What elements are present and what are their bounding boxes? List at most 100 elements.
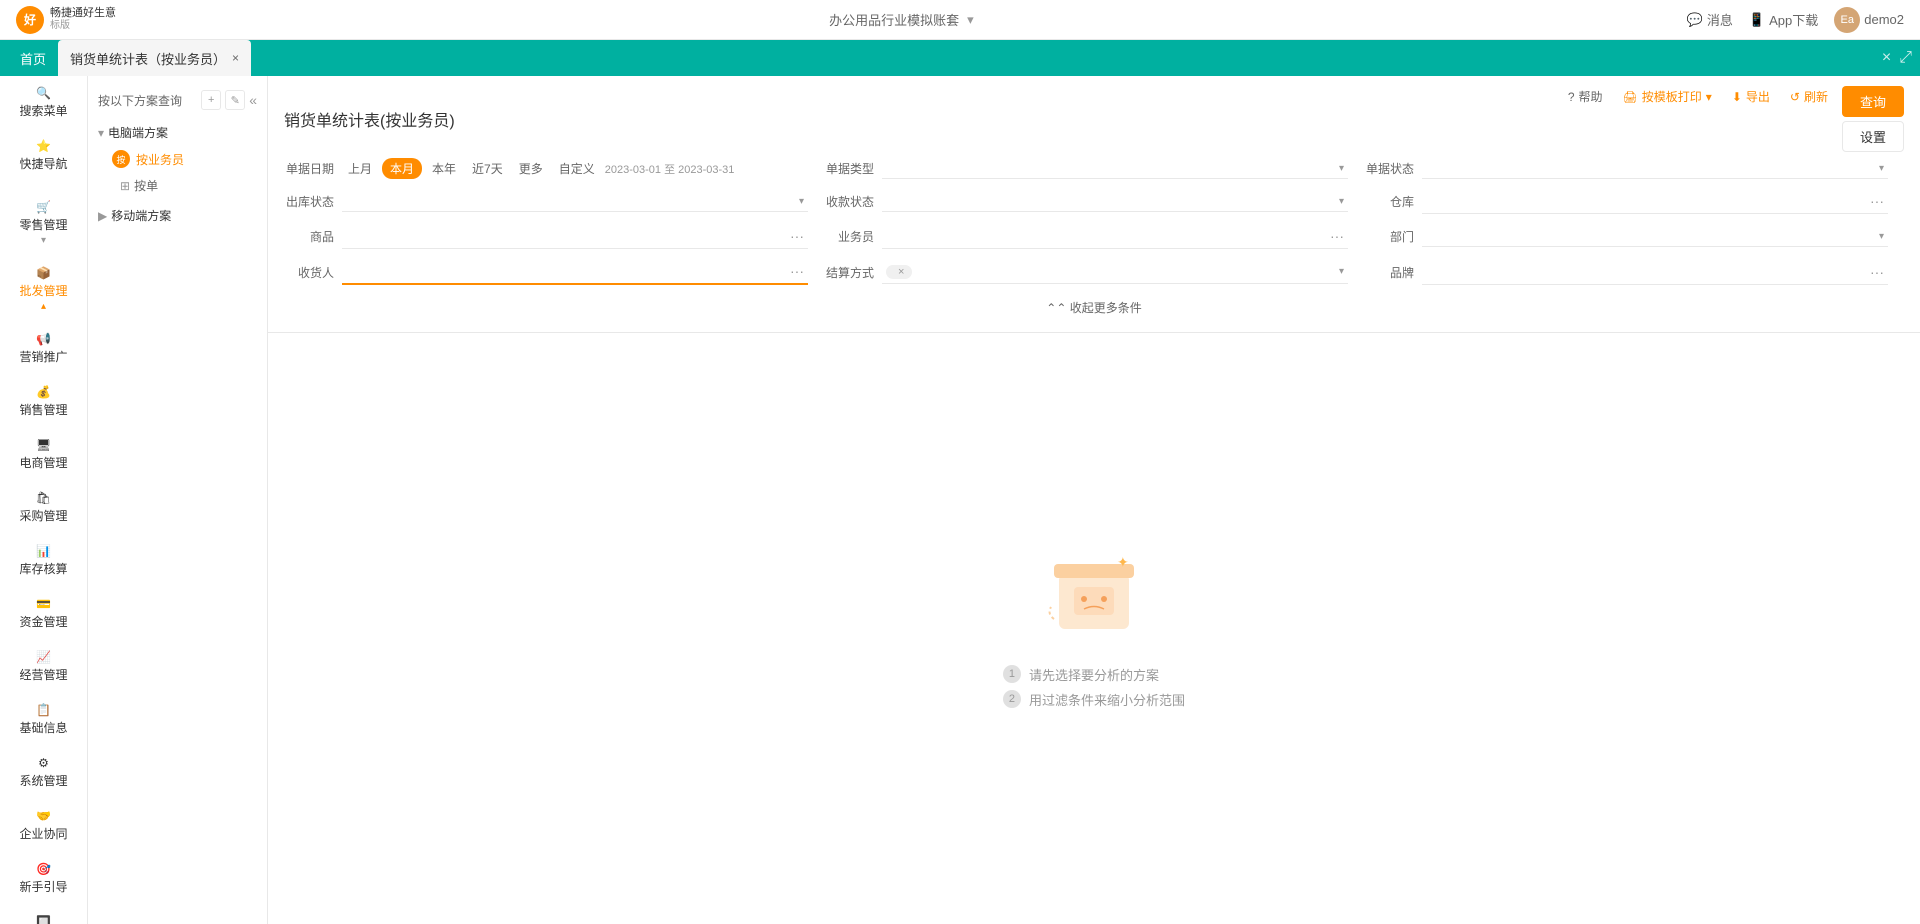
pc-scheme-group: ▾ 电脑端方案 按 按业务员 ⊞ 按单 — [88, 116, 267, 202]
app-download-btn[interactable]: 📱 App下载 — [1749, 10, 1818, 29]
receipt-status-input[interactable]: ▾ — [882, 192, 1348, 212]
scheme-sub-item-order[interactable]: ⊞ 按单 — [88, 173, 267, 198]
tab-close-btn[interactable]: × — [232, 51, 239, 65]
sidebar-item-retail[interactable]: 🛒 零售管理 ▾ — [0, 190, 87, 256]
doc-type-input[interactable]: ▾ — [882, 159, 1348, 179]
sidebar-item-sales[interactable]: 💰 销售管理 — [0, 375, 87, 428]
hint-num-2: 2 — [1003, 690, 1021, 708]
receiver-field: 收货人 ··· — [284, 259, 824, 285]
sidebar-item-inventory[interactable]: 📊 库存核算 — [0, 534, 87, 587]
brand-input[interactable]: ··· — [1422, 260, 1888, 285]
product-input[interactable]: ··· — [342, 224, 808, 249]
pc-scheme-header[interactable]: ▾ 电脑端方案 — [88, 120, 267, 145]
export-btn[interactable]: ⬇ 导出 — [1726, 86, 1776, 107]
svg-text:✦: ✦ — [1117, 554, 1129, 570]
collapse-panel-btn[interactable]: « — [249, 92, 257, 108]
marketing-icon: 📢 — [36, 332, 51, 346]
tab-active[interactable]: 销货单统计表（按业务员） × — [58, 40, 251, 76]
sidebar-item-purchase[interactable]: 🛍 采购管理 — [0, 481, 87, 534]
close-window-btn[interactable]: × — [1882, 49, 1891, 67]
refresh-icon: ↺ — [1790, 90, 1800, 104]
out-status-dropdown-icon: ▾ — [799, 196, 804, 207]
receipt-status-dropdown-icon: ▾ — [1339, 196, 1344, 207]
sidebar-item-basic[interactable]: 📋 基础信息 — [0, 693, 87, 746]
scheme-panel-actions: + ✎ « — [201, 90, 257, 110]
basic-icon: 📋 — [36, 703, 51, 717]
salesperson-input[interactable]: ··· — [882, 224, 1348, 249]
inventory-icon: 📊 — [36, 544, 51, 558]
active-scheme-icon: 按 — [112, 150, 130, 168]
sidebar-item-appstore[interactable]: 🔲 应用中心 — [0, 905, 87, 924]
date-this-month[interactable]: 本月 — [382, 158, 422, 179]
purchase-icon: 🛍 — [36, 491, 51, 505]
out-status-input[interactable]: ▾ — [342, 192, 808, 212]
empty-state: ✦ 1 请先选择要分析的方案 2 用过滤条件来缩小分析范围 — [268, 333, 1920, 924]
sidebar-item-system[interactable]: ⚙ 系统管理 — [0, 746, 87, 799]
main-panel: 销货单统计表(按业务员) ? 帮助 🖨 按模板打印 ▾ — [268, 76, 1920, 924]
sidebar-item-ecommerce[interactable]: 🖥 电商管理 — [0, 428, 87, 481]
print-btn[interactable]: 🖨 按模板打印 ▾ — [1617, 86, 1718, 107]
sidebar-item-search[interactable]: 🔍 搜索菜单 — [0, 76, 87, 129]
date-prev-month[interactable]: 上月 — [342, 158, 378, 179]
sidebar: 🔍 搜索菜单 ⭐ 快捷导航 🛒 零售管理 ▾ 📦 批发管理 ▴ 📢 营销推广 💰… — [0, 76, 88, 924]
filter-row-1: 单据日期 上月 本月 本年 近7天 更多 自定义 2023-03-01 至 20… — [284, 158, 1904, 179]
add-scheme-btn[interactable]: + — [201, 90, 221, 110]
sidebar-item-quicknav[interactable]: ⭐ 快捷导航 — [0, 129, 87, 182]
date-custom[interactable]: 自定义 — [553, 158, 601, 179]
query-btn[interactable]: 查询 — [1842, 86, 1904, 117]
doc-status-input[interactable]: ▾ — [1422, 159, 1888, 179]
help-btn[interactable]: ? 帮助 — [1562, 86, 1609, 107]
receipt-status-label: 收款状态 — [824, 193, 874, 210]
user-menu[interactable]: Ea demo2 — [1834, 7, 1904, 33]
department-label: 部门 — [1364, 228, 1414, 245]
pc-scheme-label: 电脑端方案 — [108, 124, 168, 141]
search-icon: 🔍 — [36, 86, 51, 100]
brand-field: 品牌 ··· — [1364, 260, 1904, 285]
settings-btn[interactable]: 设置 — [1842, 121, 1904, 152]
date-range-display: 2023-03-01 至 2023-03-31 — [605, 161, 735, 177]
salesperson-field: 业务员 ··· — [824, 224, 1364, 249]
sidebar-item-enterprise[interactable]: 🤝 企业协同 — [0, 799, 87, 852]
mobile-scheme-item[interactable]: ▶ 移动端方案 — [88, 202, 267, 229]
out-status-field: 出库状态 ▾ — [284, 192, 824, 212]
mobile-scheme-arrow: ▶ — [98, 209, 107, 223]
date-7days[interactable]: 近7天 — [466, 158, 509, 179]
settle-input[interactable]: × ▾ — [882, 261, 1348, 284]
tab-home[interactable]: 首页 — [8, 40, 58, 76]
sidebar-item-newbie[interactable]: 🎯 新手引导 — [0, 852, 87, 905]
refresh-btn[interactable]: ↺ 刷新 — [1784, 86, 1834, 107]
help-icon: ? — [1568, 90, 1575, 104]
receiver-more-icon: ··· — [790, 263, 804, 279]
expand-btn[interactable]: ⤢ — [1899, 49, 1912, 67]
date-more[interactable]: 更多 — [513, 158, 549, 179]
sidebar-item-operations[interactable]: 📈 经营管理 — [0, 640, 87, 693]
edit-scheme-btn[interactable]: ✎ — [225, 90, 245, 110]
scheme-item-salesperson[interactable]: 按 按业务员 — [88, 145, 267, 173]
settle-tag-close[interactable]: × — [898, 266, 904, 278]
salesperson-more-icon: ··· — [1330, 228, 1344, 244]
tab-bar: 首页 销货单统计表（按业务员） × × ⤢ — [0, 40, 1920, 76]
brand-label: 品牌 — [1364, 264, 1414, 281]
sidebar-item-finance[interactable]: 💳 资金管理 — [0, 587, 87, 640]
warehouse-input[interactable]: ··· — [1422, 189, 1888, 214]
sidebar-item-wholesale[interactable]: 📦 批发管理 ▴ — [0, 256, 87, 322]
quicknav-icon: ⭐ — [36, 139, 51, 153]
page-title: 销货单统计表(按业务员) — [284, 107, 455, 131]
warehouse-more-icon: ··· — [1870, 193, 1884, 209]
workspace-selector[interactable]: 办公用品行业模拟账套 ▾ — [829, 10, 974, 29]
doc-status-dropdown-icon: ▾ — [1879, 163, 1884, 174]
message-btn[interactable]: 💬 消息 — [1687, 10, 1733, 29]
print-dropdown-icon: ▾ — [1706, 90, 1712, 104]
logo-text: 畅捷通好生意 标版 — [50, 7, 116, 32]
download-icon: 📱 — [1749, 12, 1765, 28]
operations-icon: 📈 — [36, 650, 51, 664]
newbie-icon: 🎯 — [36, 862, 51, 876]
department-input[interactable]: ▾ — [1422, 227, 1888, 247]
collapse-filters-btn[interactable]: ⌃⌃ 收起更多条件 — [284, 295, 1904, 324]
filter-row-4: 收货人 ··· 结算方式 × — [284, 259, 1904, 285]
date-this-year[interactable]: 本年 — [426, 158, 462, 179]
title-row: 销货单统计表(按业务员) ? 帮助 🖨 按模板打印 ▾ — [284, 86, 1904, 152]
sidebar-item-marketing[interactable]: 📢 营销推广 — [0, 322, 87, 375]
receiver-input[interactable]: ··· — [342, 259, 808, 285]
empty-box-svg: ✦ — [1039, 549, 1149, 639]
